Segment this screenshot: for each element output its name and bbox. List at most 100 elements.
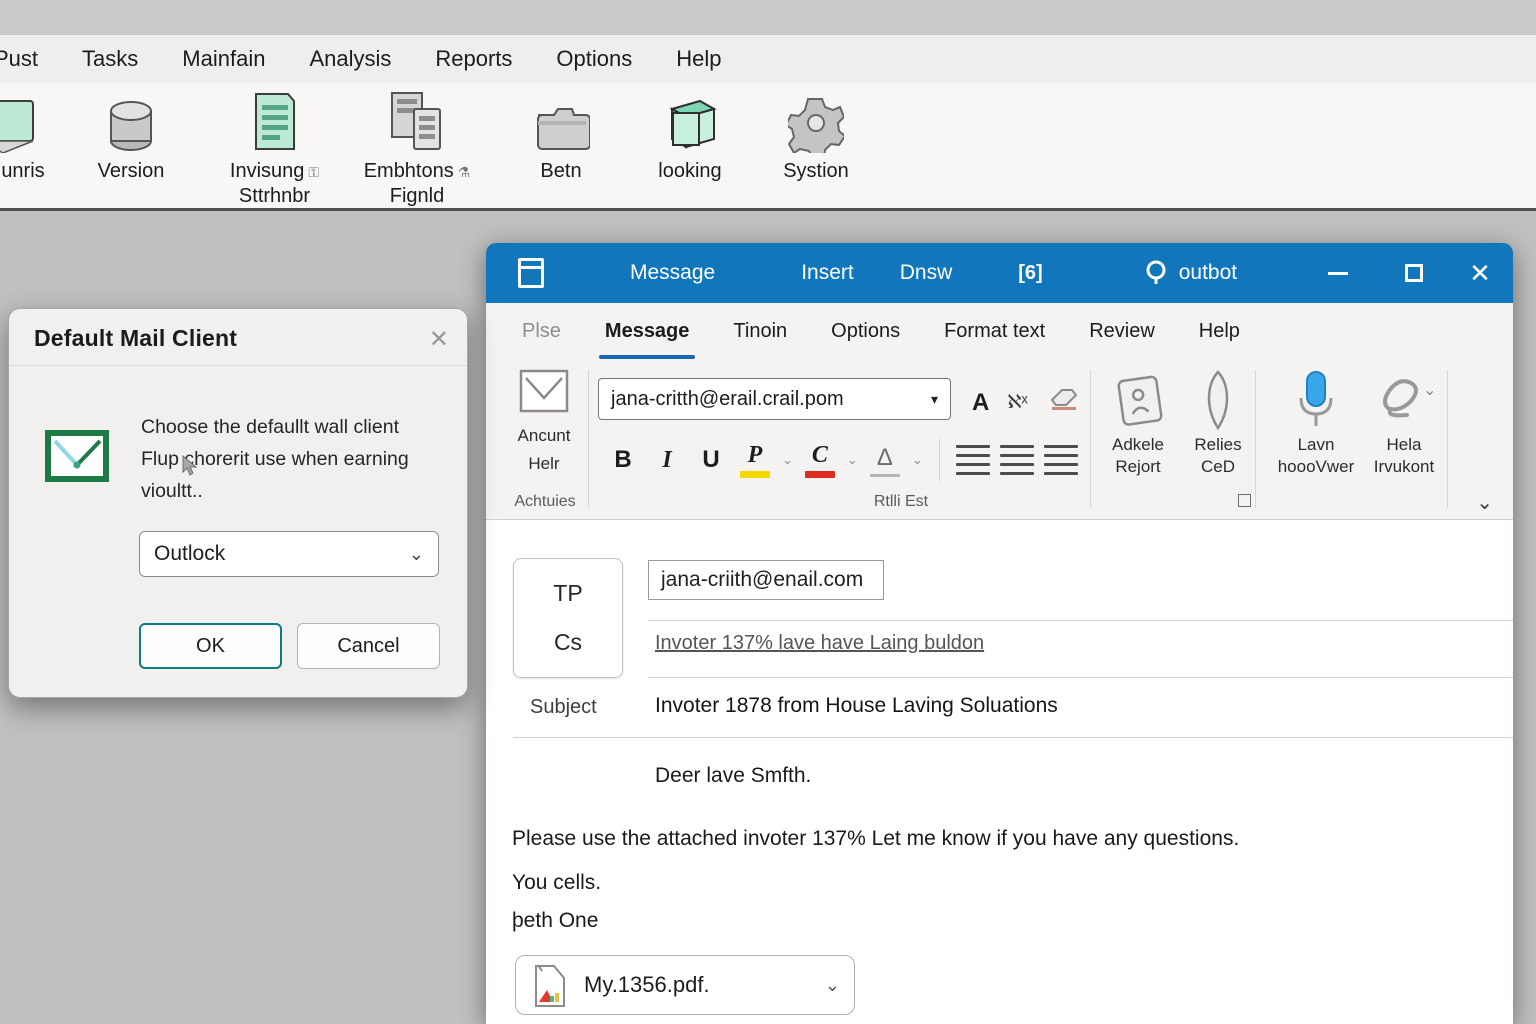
toolbar-item-label2: Sttrhnbr xyxy=(238,185,311,207)
attachment-chip[interactable]: My.1356.pdf. ⌄ xyxy=(515,955,855,1015)
maximize-button[interactable] xyxy=(1391,243,1437,303)
tab-help[interactable]: Help xyxy=(1189,306,1250,357)
mouse-cursor-icon xyxy=(181,454,199,482)
field-divider xyxy=(648,620,1513,621)
italic-button[interactable]: I xyxy=(650,439,684,481)
titlebar-insert-label[interactable]: Insert xyxy=(801,261,854,285)
underline-button[interactable]: U xyxy=(694,439,728,481)
menu-item-analysis[interactable]: Analysis xyxy=(309,46,391,72)
toolbar-item-invisung[interactable]: Invisung ⚿ Sttrhnbr xyxy=(212,91,337,208)
tab-plse[interactable]: Plse xyxy=(512,306,571,357)
small-lock-icon: ⚿ xyxy=(308,164,320,180)
mini-separator xyxy=(938,439,940,481)
toolbar-item-betn[interactable]: Betn xyxy=(515,91,607,183)
collapse-ribbon-chevron-icon[interactable]: ⌄ xyxy=(1476,490,1493,515)
align-center-icon[interactable] xyxy=(999,445,1034,475)
mail-titlebar[interactable]: Message Insert Dnsw [6] outbot ✕ xyxy=(486,243,1513,303)
toolbar-item-label: looking xyxy=(658,160,722,182)
align-right-icon[interactable] xyxy=(1043,445,1078,475)
font-color-button[interactable]: C xyxy=(803,439,837,481)
account-button[interactable]: Ancunt Helr xyxy=(504,368,584,475)
to-button[interactable]: TP xyxy=(553,580,582,607)
body-signoff[interactable]: You cells. xyxy=(512,871,601,895)
toolbar-item-label: Invisung ⚿ xyxy=(229,160,320,182)
toolbar-item-systion[interactable]: Systion xyxy=(768,91,864,183)
editor-button[interactable]: ⌄ Hela Irvukont xyxy=(1360,368,1448,478)
account-label-line2: Helr xyxy=(528,454,560,473)
titlebar-draw-label[interactable]: Dnsw xyxy=(900,261,953,285)
link-bracket-icon[interactable]: [6] xyxy=(1018,262,1042,285)
ribbon-tabs: Plse Message Tinoin Options Format text … xyxy=(486,303,1513,360)
ribbon-group1-label: Achtuies xyxy=(514,493,576,510)
from-address-combo[interactable]: jana-critth@erail.crail.pom ▾ xyxy=(598,378,951,420)
close-button[interactable]: ✕ xyxy=(1457,243,1503,303)
menu-item-mainfain[interactable]: Mainfain xyxy=(182,46,265,72)
menu-item-reports[interactable]: Reports xyxy=(435,46,512,72)
cc-field-value[interactable]: Invoter 137% lave have Laing buldon xyxy=(655,632,984,655)
mail-client-dropdown[interactable]: Outlock ⌄ xyxy=(139,531,439,577)
minimize-button[interactable] xyxy=(1315,243,1361,303)
align-left-icon[interactable] xyxy=(955,445,990,475)
highlight-dropdown-icon[interactable]: ⌄ xyxy=(782,452,793,468)
body-signature[interactable]: þeth One xyxy=(512,909,598,933)
body-paragraph[interactable]: Please use the attached invoter 137% Let… xyxy=(512,827,1239,851)
search-pin-icon[interactable] xyxy=(1095,258,1167,288)
dictate-button[interactable]: Lavn hoooVwer xyxy=(1270,368,1362,478)
mail-client-dropdown-value: Outlock xyxy=(154,542,226,565)
menu-bar: Pust Tasks Mainfain Analysis Reports Opt… xyxy=(0,35,1536,83)
recipient-chip[interactable]: jana-criith@enail.com xyxy=(648,560,884,600)
editor-swoosh-icon: ⌄ xyxy=(1360,368,1448,434)
compose-area: TP Cs jana-criith@enail.com Invoter 137%… xyxy=(486,520,1513,1024)
toolbar-item-label: Betn xyxy=(540,160,582,182)
dialog-title: Default Mail Client xyxy=(34,325,238,351)
font-effects-button[interactable]: ℵˣ xyxy=(1007,391,1027,414)
relies-ced-button[interactable]: Relies CeD xyxy=(1176,368,1260,478)
adkele-rejort-button[interactable]: Adkele Rejort xyxy=(1096,368,1180,478)
titlebar-message-label[interactable]: Message xyxy=(630,261,715,285)
toolbar-item-looking[interactable]: looking xyxy=(642,91,738,183)
tab-tinoin[interactable]: Tinoin xyxy=(723,306,797,357)
menu-item-tasks[interactable]: Tasks xyxy=(82,46,138,72)
toolbar-item-embhtons[interactable]: Embhtons ⚗ Fignld xyxy=(352,91,482,208)
ribbon-separator xyxy=(1447,370,1448,508)
tab-message[interactable]: Message xyxy=(595,306,700,359)
green-document-icon xyxy=(251,91,299,153)
recipient-address: jana-criith@enail.com xyxy=(661,568,864,591)
envelope-icon xyxy=(519,369,569,413)
toolbar-item-version[interactable]: Version xyxy=(85,91,177,183)
window-top-strip xyxy=(0,0,1536,35)
ok-button[interactable]: OK xyxy=(139,623,282,669)
svg-text:⌄: ⌄ xyxy=(1423,382,1436,399)
toolbar-item-unris[interactable]: unris xyxy=(0,91,68,183)
menu-item-options[interactable]: Options xyxy=(556,46,632,72)
borders-button[interactable]: ∆ xyxy=(868,439,902,481)
toolbar-item-label2: Fignld xyxy=(389,185,445,207)
green-box-icon xyxy=(660,91,720,153)
ribbon: Ancunt Helr Achtuies jana-critth@erail.c… xyxy=(486,360,1513,520)
borders-dropdown-icon[interactable]: ⌄ xyxy=(912,452,923,468)
cancel-button[interactable]: Cancel xyxy=(297,623,440,669)
dialog-launcher-icon[interactable] xyxy=(1238,494,1251,507)
combo-dropdown-arrow-icon[interactable]: ▾ xyxy=(931,391,938,408)
menu-item-help[interactable]: Help xyxy=(676,46,721,72)
tab-review[interactable]: Review xyxy=(1079,306,1165,357)
cc-button[interactable]: Cs xyxy=(554,629,582,656)
subject-field-value[interactable]: Invoter 1878 from House Laving Soluation… xyxy=(655,694,1058,718)
ribbon-separator xyxy=(1255,370,1256,508)
titlebar-search-text[interactable]: outbot xyxy=(1179,261,1237,285)
tab-format-text[interactable]: Format text xyxy=(934,306,1055,357)
highlight-color-button[interactable]: P xyxy=(738,439,772,481)
tab-options[interactable]: Options xyxy=(821,306,910,357)
grow-font-button[interactable]: A xyxy=(972,389,989,417)
pdf-file-icon xyxy=(535,964,565,1007)
font-effects-row: A ℵˣ xyxy=(972,386,1080,419)
bold-button[interactable]: B xyxy=(606,439,640,481)
menu-item-pust[interactable]: Pust xyxy=(0,46,38,72)
account-label-line1: Ancunt xyxy=(517,426,571,445)
fontcolor-dropdown-icon[interactable]: ⌄ xyxy=(847,452,858,468)
ribbon-separator xyxy=(1090,370,1091,508)
dialog-close-icon[interactable]: ✕ xyxy=(429,325,449,354)
eraser-icon[interactable] xyxy=(1046,386,1080,419)
attachment-chevron-icon[interactable]: ⌄ xyxy=(825,975,840,996)
body-greeting[interactable]: Deer lave Smfth. xyxy=(655,764,811,788)
